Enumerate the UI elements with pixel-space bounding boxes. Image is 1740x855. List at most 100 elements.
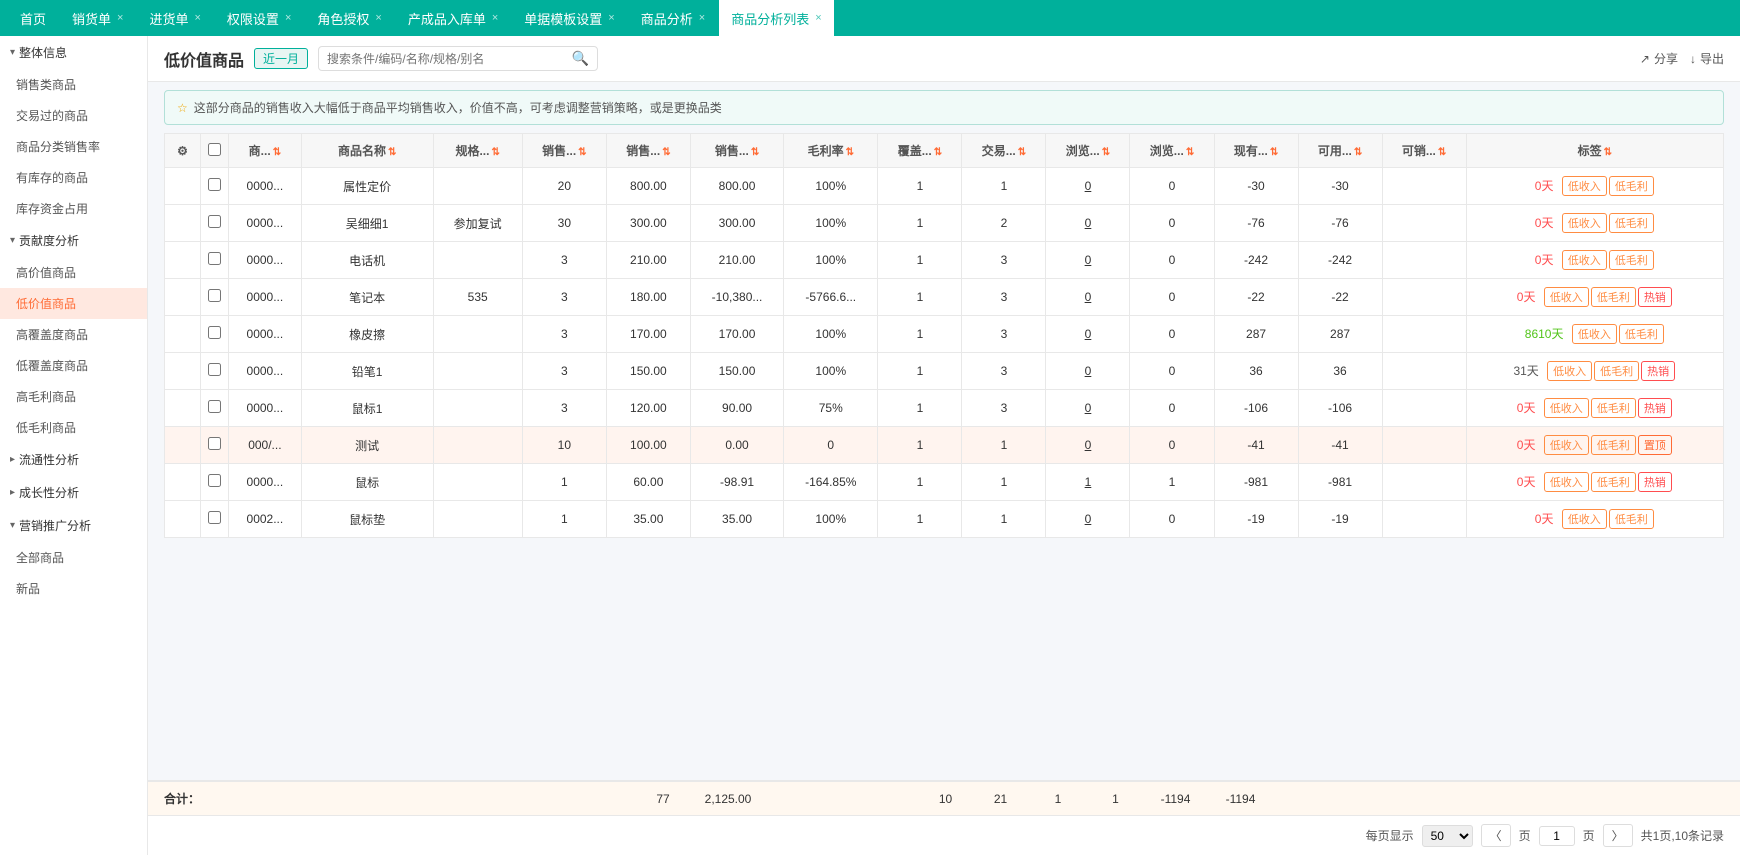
cell-checkbox[interactable] bbox=[201, 279, 229, 316]
cell-browse1[interactable]: 0 bbox=[1046, 168, 1130, 205]
col-sales-qty[interactable]: 销售...⇅ bbox=[522, 134, 606, 168]
col-code[interactable]: 商...⇅ bbox=[229, 134, 302, 168]
nav-product-analysis-list[interactable]: 商品分析列表 × bbox=[719, 0, 833, 36]
nav-home[interactable]: 首页 bbox=[8, 0, 58, 36]
col-name[interactable]: 商品名称⇅ bbox=[301, 134, 433, 168]
share-button[interactable]: ↗ 分享 bbox=[1640, 50, 1678, 67]
cell-checkbox[interactable] bbox=[201, 242, 229, 279]
cell-checkbox[interactable] bbox=[201, 464, 229, 501]
first-page-btn[interactable]: 〈 bbox=[1481, 824, 1511, 847]
close-icon[interactable]: × bbox=[117, 12, 123, 24]
row-checkbox[interactable] bbox=[208, 252, 221, 265]
cell-code: 0000... bbox=[229, 205, 302, 242]
cell-tags: 0天 低收入低毛利 bbox=[1466, 205, 1723, 242]
row-checkbox[interactable] bbox=[208, 289, 221, 302]
sidebar-item-low-coverage[interactable]: 低覆盖度商品 bbox=[0, 350, 147, 381]
row-checkbox[interactable] bbox=[208, 511, 221, 524]
nav-permissions[interactable]: 权限设置 × bbox=[215, 0, 303, 36]
tag-badge: 低收入 bbox=[1562, 213, 1607, 233]
cell-checkbox[interactable] bbox=[201, 168, 229, 205]
search-icon[interactable]: 🔍 bbox=[572, 50, 589, 67]
row-checkbox[interactable] bbox=[208, 363, 221, 376]
tag-badge: 低收入 bbox=[1547, 361, 1592, 381]
close-icon[interactable]: × bbox=[699, 12, 705, 24]
sidebar-item-low-profit[interactable]: 低毛利商品 bbox=[0, 412, 147, 443]
cell-sellable bbox=[1382, 205, 1466, 242]
sidebar-item-high-coverage[interactable]: 高覆盖度商品 bbox=[0, 319, 147, 350]
sidebar-item-high-profit[interactable]: 高毛利商品 bbox=[0, 381, 147, 412]
cell-cost: 150.00 bbox=[690, 353, 783, 390]
row-checkbox[interactable] bbox=[208, 474, 221, 487]
nav-purchase-order[interactable]: 进货单 × bbox=[137, 0, 212, 36]
sidebar-group-marketing[interactable]: ▾ 营销推广分析 bbox=[0, 509, 147, 542]
nav-template-settings[interactable]: 单据模板设置 × bbox=[512, 0, 626, 36]
sidebar-group-contribution[interactable]: ▾ 贡献度分析 bbox=[0, 224, 147, 257]
close-icon[interactable]: × bbox=[285, 12, 291, 24]
col-browse1[interactable]: 浏览...⇅ bbox=[1046, 134, 1130, 168]
cell-checkbox[interactable] bbox=[201, 427, 229, 464]
sidebar-group-circulation[interactable]: ▸ 流通性分析 bbox=[0, 443, 147, 476]
close-icon[interactable]: × bbox=[492, 12, 498, 24]
sidebar-item-traded-goods[interactable]: 交易过的商品 bbox=[0, 100, 147, 131]
cell-browse1[interactable]: 0 bbox=[1046, 316, 1130, 353]
sidebar-item-new-goods[interactable]: 新品 bbox=[0, 573, 147, 604]
cell-browse1[interactable]: 0 bbox=[1046, 205, 1130, 242]
sidebar-item-stock-capital[interactable]: 库存资金占用 bbox=[0, 193, 147, 224]
row-checkbox[interactable] bbox=[208, 178, 221, 191]
row-checkbox[interactable] bbox=[208, 326, 221, 339]
col-gross-margin[interactable]: 毛利率⇅ bbox=[784, 134, 878, 168]
cell-checkbox[interactable] bbox=[201, 390, 229, 427]
cell-coverage: 1 bbox=[878, 464, 962, 501]
cell-browse1[interactable]: 0 bbox=[1046, 501, 1130, 538]
per-page-select[interactable]: 50 100 200 bbox=[1422, 825, 1473, 847]
sidebar-group-growth[interactable]: ▸ 成长性分析 bbox=[0, 476, 147, 509]
sidebar-item-stock-goods[interactable]: 有库存的商品 bbox=[0, 162, 147, 193]
sidebar-item-high-value[interactable]: 高价值商品 bbox=[0, 257, 147, 288]
search-input[interactable] bbox=[327, 52, 572, 66]
sidebar-item-sales-goods[interactable]: 销售类商品 bbox=[0, 69, 147, 100]
export-button[interactable]: ↓ 导出 bbox=[1690, 50, 1724, 67]
cell-browse1[interactable]: 0 bbox=[1046, 390, 1130, 427]
time-tag[interactable]: 近一月 bbox=[254, 48, 308, 69]
nav-role-auth[interactable]: 角色授权 × bbox=[305, 0, 393, 36]
select-all-checkbox[interactable] bbox=[208, 143, 221, 156]
col-coverage[interactable]: 覆盖...⇅ bbox=[878, 134, 962, 168]
nav-sales-order[interactable]: 销货单 × bbox=[60, 0, 135, 36]
cell-browse1[interactable]: 0 bbox=[1046, 353, 1130, 390]
row-checkbox[interactable] bbox=[208, 437, 221, 450]
sidebar-item-low-value[interactable]: 低价值商品 bbox=[0, 288, 147, 319]
col-sellable[interactable]: 可销...⇅ bbox=[1382, 134, 1466, 168]
nav-product-analysis[interactable]: 商品分析 × bbox=[629, 0, 717, 36]
cell-checkbox[interactable] bbox=[201, 501, 229, 538]
cell-browse1[interactable]: 0 bbox=[1046, 242, 1130, 279]
page-input[interactable] bbox=[1539, 826, 1575, 846]
nav-product-inbound[interactable]: 产成品入库单 × bbox=[396, 0, 510, 36]
close-icon[interactable]: × bbox=[608, 12, 614, 24]
col-settings[interactable]: ⚙ bbox=[165, 134, 201, 168]
close-icon[interactable]: × bbox=[375, 12, 381, 24]
col-tags[interactable]: 标签⇅ bbox=[1466, 134, 1723, 168]
col-current-stock[interactable]: 现有...⇅ bbox=[1214, 134, 1298, 168]
table-row: 0000... 属性定价 20 800.00 800.00 100% 1 1 0… bbox=[165, 168, 1724, 205]
col-sales-cost[interactable]: 销售...⇅ bbox=[690, 134, 783, 168]
col-spec[interactable]: 规格...⇅ bbox=[433, 134, 522, 168]
col-transactions[interactable]: 交易...⇅ bbox=[962, 134, 1046, 168]
cell-checkbox[interactable] bbox=[201, 316, 229, 353]
cell-browse1[interactable]: 1 bbox=[1046, 464, 1130, 501]
cell-browse1[interactable]: 0 bbox=[1046, 427, 1130, 464]
col-browse2[interactable]: 浏览...⇅ bbox=[1130, 134, 1214, 168]
cell-browse1[interactable]: 0 bbox=[1046, 279, 1130, 316]
sidebar-item-category-rate[interactable]: 商品分类销售率 bbox=[0, 131, 147, 162]
next-page-btn[interactable]: 〉 bbox=[1603, 824, 1633, 847]
sidebar-group-overall[interactable]: ▾ 整体信息 bbox=[0, 36, 147, 69]
cell-checkbox[interactable] bbox=[201, 205, 229, 242]
close-icon[interactable]: × bbox=[194, 12, 200, 24]
col-available[interactable]: 可用...⇅ bbox=[1298, 134, 1382, 168]
cell-checkbox[interactable] bbox=[201, 353, 229, 390]
table-row: 0000... 吴细细1 参加复试 30 300.00 300.00 100% … bbox=[165, 205, 1724, 242]
col-sales-amount[interactable]: 销售...⇅ bbox=[606, 134, 690, 168]
row-checkbox[interactable] bbox=[208, 400, 221, 413]
sidebar-item-all-goods[interactable]: 全部商品 bbox=[0, 542, 147, 573]
close-icon[interactable]: × bbox=[815, 12, 821, 24]
row-checkbox[interactable] bbox=[208, 215, 221, 228]
